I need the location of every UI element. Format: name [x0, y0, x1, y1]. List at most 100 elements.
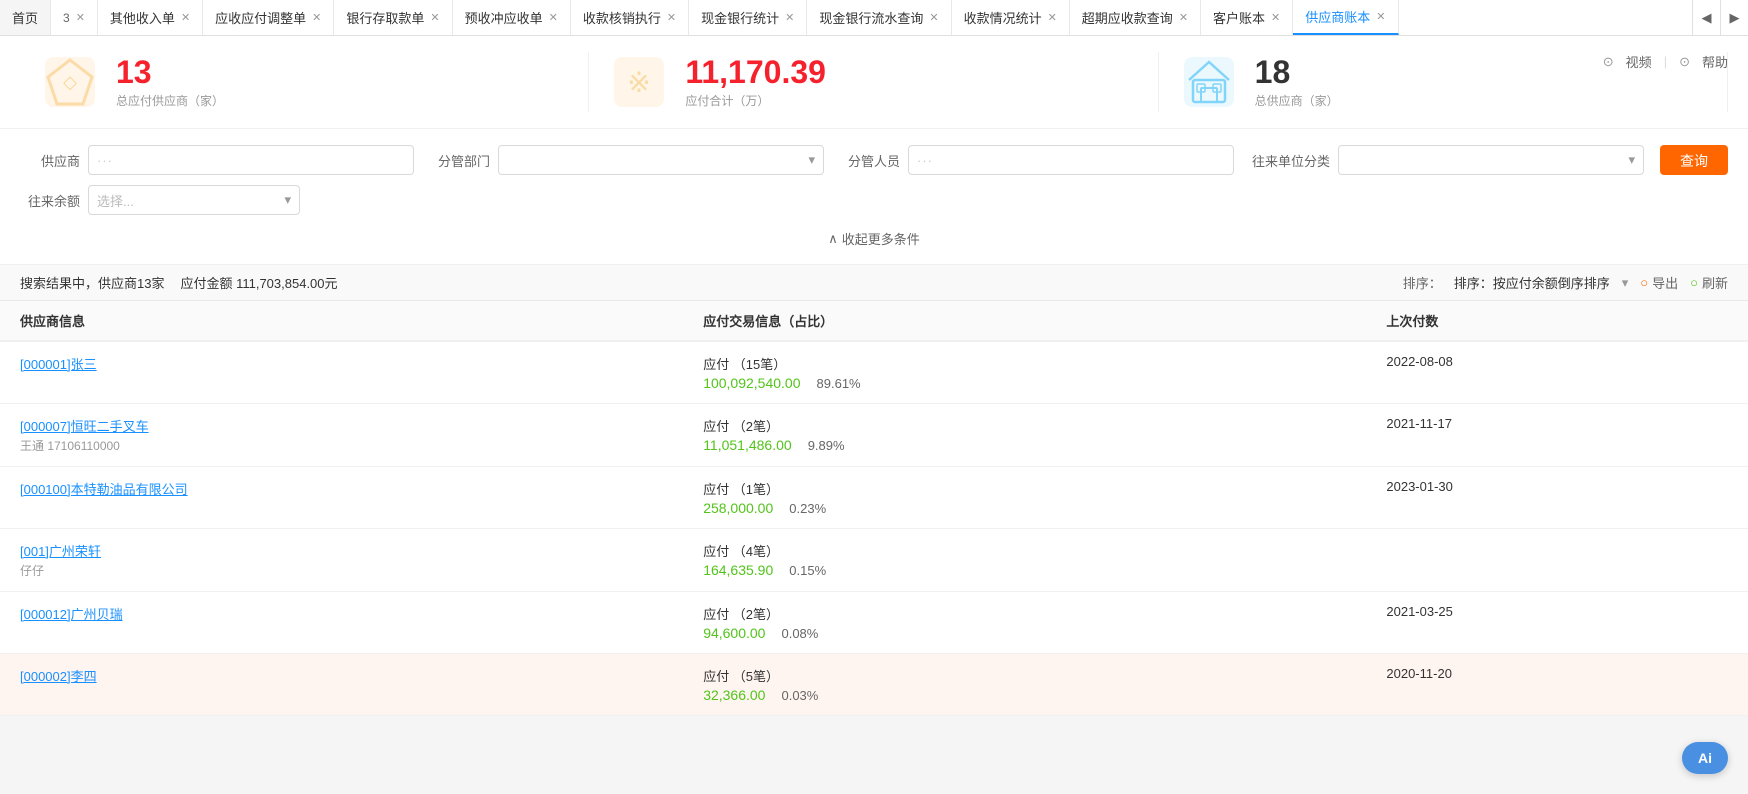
supplier-link-5[interactable]: [000002]李四 — [20, 669, 97, 684]
nav-prev-icon[interactable]: ◀ — [1692, 0, 1720, 35]
tx-cell-0: 应付 （15笔） 100,092,540.00 89.61% — [703, 354, 1386, 391]
table-row: [000002]李四 应付 （5笔） 32,366.00 0.03% 2020-… — [0, 654, 1748, 716]
nav-tab-other-income[interactable]: 其他收入单 ✕ — [98, 0, 203, 35]
stat-card-suppliers: ◇ 13 总应付供应商（家） — [20, 52, 589, 112]
col-header-tx: 应付交易信息（占比） — [703, 311, 1386, 330]
sort-dropdown-icon[interactable]: ▾ — [1622, 275, 1629, 291]
stats-header: ◇ 13 总应付供应商（家） ※ 11,170.39 应付合计（万） — [0, 36, 1748, 129]
close-tab-cash-bank-stat-icon[interactable]: ✕ — [785, 11, 794, 24]
category-arrow-icon: ▾ — [1628, 152, 1635, 168]
result-actions: 排序： 排序：按应付余额倒序排序 ▾ ○ 导出 ○ 刷新 — [1403, 273, 1728, 292]
header-right-links: ⊙ 视频 | ⊙ 帮助 — [1603, 52, 1728, 71]
result-info: 搜索结果中，供应商13家 应付金额 111,703,854.00元 — [20, 273, 338, 292]
supplier-cell-0: [000001]张三 — [20, 354, 703, 373]
tx-amount-0[interactable]: 100,092,540.00 — [703, 375, 800, 391]
export-circle-icon: ○ — [1640, 275, 1648, 290]
close-tab-receipt-exec-icon[interactable]: ✕ — [667, 11, 676, 24]
shop-icon — [1179, 52, 1239, 112]
lastpay-date-4: 2021-03-25 — [1386, 604, 1453, 619]
collapse-filter-button[interactable]: ∧ 收起更多条件 — [20, 225, 1728, 252]
supplier-link-1[interactable]: [000007]恒旺二手叉车 — [20, 419, 149, 434]
dept-arrow-icon: ▾ — [808, 152, 815, 168]
tx-label-0: 应付 （15笔） — [703, 354, 1386, 373]
collapse-up-icon: ∧ — [828, 231, 838, 247]
nav-tab-customer-account[interactable]: 客户账本 ✕ — [1201, 0, 1293, 35]
filter-area: 供应商 ··· 分管部门 ▾ 分管人员 ··· 往来单位分类 ▾ — [0, 129, 1748, 265]
stat-card-amount: ※ 11,170.39 应付合计（万） — [589, 52, 1158, 112]
tx-amount-4[interactable]: 94,600.00 — [703, 625, 765, 641]
nav-tab-ap-adjust[interactable]: 应收应付调整单 ✕ — [203, 0, 334, 35]
nav-tab-cash-bank-stat[interactable]: 现金银行统计 ✕ — [689, 0, 807, 35]
supplier-link-2[interactable]: [000100]本特勒油品有限公司 — [20, 482, 188, 497]
supplier-link-4[interactable]: [000012]广州贝瑞 — [20, 607, 123, 622]
nav-tab-cash-bank-flow[interactable]: 现金银行流水查询 ✕ — [807, 0, 951, 35]
refresh-button[interactable]: ○ 刷新 — [1690, 273, 1728, 292]
tx-cell-5: 应付 （5笔） 32,366.00 0.03% — [703, 666, 1386, 703]
close-tab-prepay-offset-icon[interactable]: ✕ — [549, 11, 558, 24]
nav-next-icon[interactable]: ▶ — [1720, 0, 1748, 35]
supplier-filter-label: 供应商 — [20, 151, 80, 170]
tx-amount-3[interactable]: 164,635.90 — [703, 562, 773, 578]
tx-label-4: 应付 （2笔） — [703, 604, 1386, 623]
lastpay-date-2: 2023-01-30 — [1386, 479, 1453, 494]
sort-label: 排序： — [1403, 273, 1442, 292]
close-tab-cash-bank-flow-icon[interactable]: ✕ — [929, 11, 938, 24]
nav-tab-3[interactable]: 3 ✕ — [51, 0, 98, 35]
nav-tab-prepay-offset[interactable]: 预收冲应收单 ✕ — [453, 0, 571, 35]
supplier-link-3[interactable]: [001]广州荣轩 — [20, 544, 101, 559]
filter-item-balance: 往来余额 选择... ▾ — [20, 185, 300, 215]
supplier-link-0[interactable]: [000001]张三 — [20, 357, 97, 372]
ai-badge-label: Ai — [1698, 750, 1712, 766]
close-tab-ap-adjust-icon[interactable]: ✕ — [312, 11, 321, 24]
query-button[interactable]: 查询 — [1660, 145, 1728, 175]
col-header-lastpay: 上次付数 — [1386, 311, 1728, 330]
category-filter-input[interactable]: ▾ — [1338, 145, 1644, 175]
tx-cell-2: 应付 （1笔） 258,000.00 0.23% — [703, 479, 1386, 516]
close-tab-supplier-account-icon[interactable]: ✕ — [1376, 10, 1385, 23]
balance-filter-input[interactable]: 选择... ▾ — [88, 185, 300, 215]
balance-filter-label: 往来余额 — [20, 191, 80, 210]
tx-amount-1[interactable]: 11,051,486.00 — [703, 437, 792, 453]
nav-tab-home[interactable]: 首页 — [0, 0, 51, 35]
stat-value-amount: 11,170.39 — [685, 56, 826, 88]
tx-amount-5[interactable]: 32,366.00 — [703, 687, 765, 703]
table: 供应商信息 应付交易信息（占比） 上次付数 [000001]张三 应付 （15笔… — [0, 301, 1748, 716]
stat-label-total-suppliers: 总供应商（家） — [1255, 92, 1339, 109]
lastpay-cell-4: 2021-03-25 — [1386, 604, 1728, 619]
sort-order-select[interactable]: 排序：按应付余额倒序排序 — [1454, 273, 1610, 292]
close-tab-other-income-icon[interactable]: ✕ — [181, 11, 190, 24]
svg-text:◇: ◇ — [63, 72, 77, 92]
supplier-filter-input[interactable]: ··· — [88, 145, 414, 175]
nav-tab-receipt-exec[interactable]: 收款核销执行 ✕ — [571, 0, 689, 35]
ai-badge[interactable]: Ai — [1682, 742, 1728, 774]
result-bar: 搜索结果中，供应商13家 应付金额 111,703,854.00元 排序： 排序… — [0, 265, 1748, 301]
dept-filter-input[interactable]: ▾ — [498, 145, 824, 175]
filter-item-dept: 分管部门 ▾ — [430, 145, 824, 175]
close-tab-customer-account-icon[interactable]: ✕ — [1271, 11, 1280, 24]
table-row: [000001]张三 应付 （15笔） 100,092,540.00 89.61… — [0, 342, 1748, 404]
close-tab-overdue-query-icon[interactable]: ✕ — [1179, 11, 1188, 24]
tx-percent-3: 0.15% — [789, 563, 826, 578]
refresh-circle-icon: ○ — [1690, 275, 1698, 290]
close-tab-3-icon[interactable]: ✕ — [76, 11, 85, 24]
filter-item-category: 往来单位分类 ▾ — [1250, 145, 1644, 175]
filter-row-1: 供应商 ··· 分管部门 ▾ 分管人员 ··· 往来单位分类 ▾ — [20, 145, 1728, 175]
svg-text:※: ※ — [628, 67, 651, 98]
nav-tab-bank-deposit[interactable]: 银行存取款单 ✕ — [334, 0, 452, 35]
nav-tab-overdue-query[interactable]: 超期应收款查询 ✕ — [1070, 0, 1201, 35]
export-button[interactable]: ○ 导出 — [1640, 273, 1678, 292]
tx-amount-2[interactable]: 258,000.00 — [703, 500, 773, 516]
lastpay-date-1: 2021-11-17 — [1386, 416, 1452, 431]
nav-tab-receipt-stat[interactable]: 收款情况统计 ✕ — [952, 0, 1070, 35]
person-filter-input[interactable]: ··· — [908, 145, 1234, 175]
help-link[interactable]: 帮助 — [1702, 52, 1728, 71]
tx-percent-4: 0.08% — [781, 626, 818, 641]
stat-value-suppliers: 13 — [116, 56, 224, 88]
video-link[interactable]: 视频 — [1626, 52, 1652, 71]
close-tab-receipt-stat-icon[interactable]: ✕ — [1048, 11, 1057, 24]
nav-tab-supplier-account[interactable]: 供应商账本 ✕ — [1293, 0, 1398, 35]
supplier-cell-5: [000002]李四 — [20, 666, 703, 685]
close-tab-bank-deposit-icon[interactable]: ✕ — [430, 11, 439, 24]
tx-percent-5: 0.03% — [781, 688, 818, 703]
stat-info-suppliers: 13 总应付供应商（家） — [116, 56, 224, 109]
